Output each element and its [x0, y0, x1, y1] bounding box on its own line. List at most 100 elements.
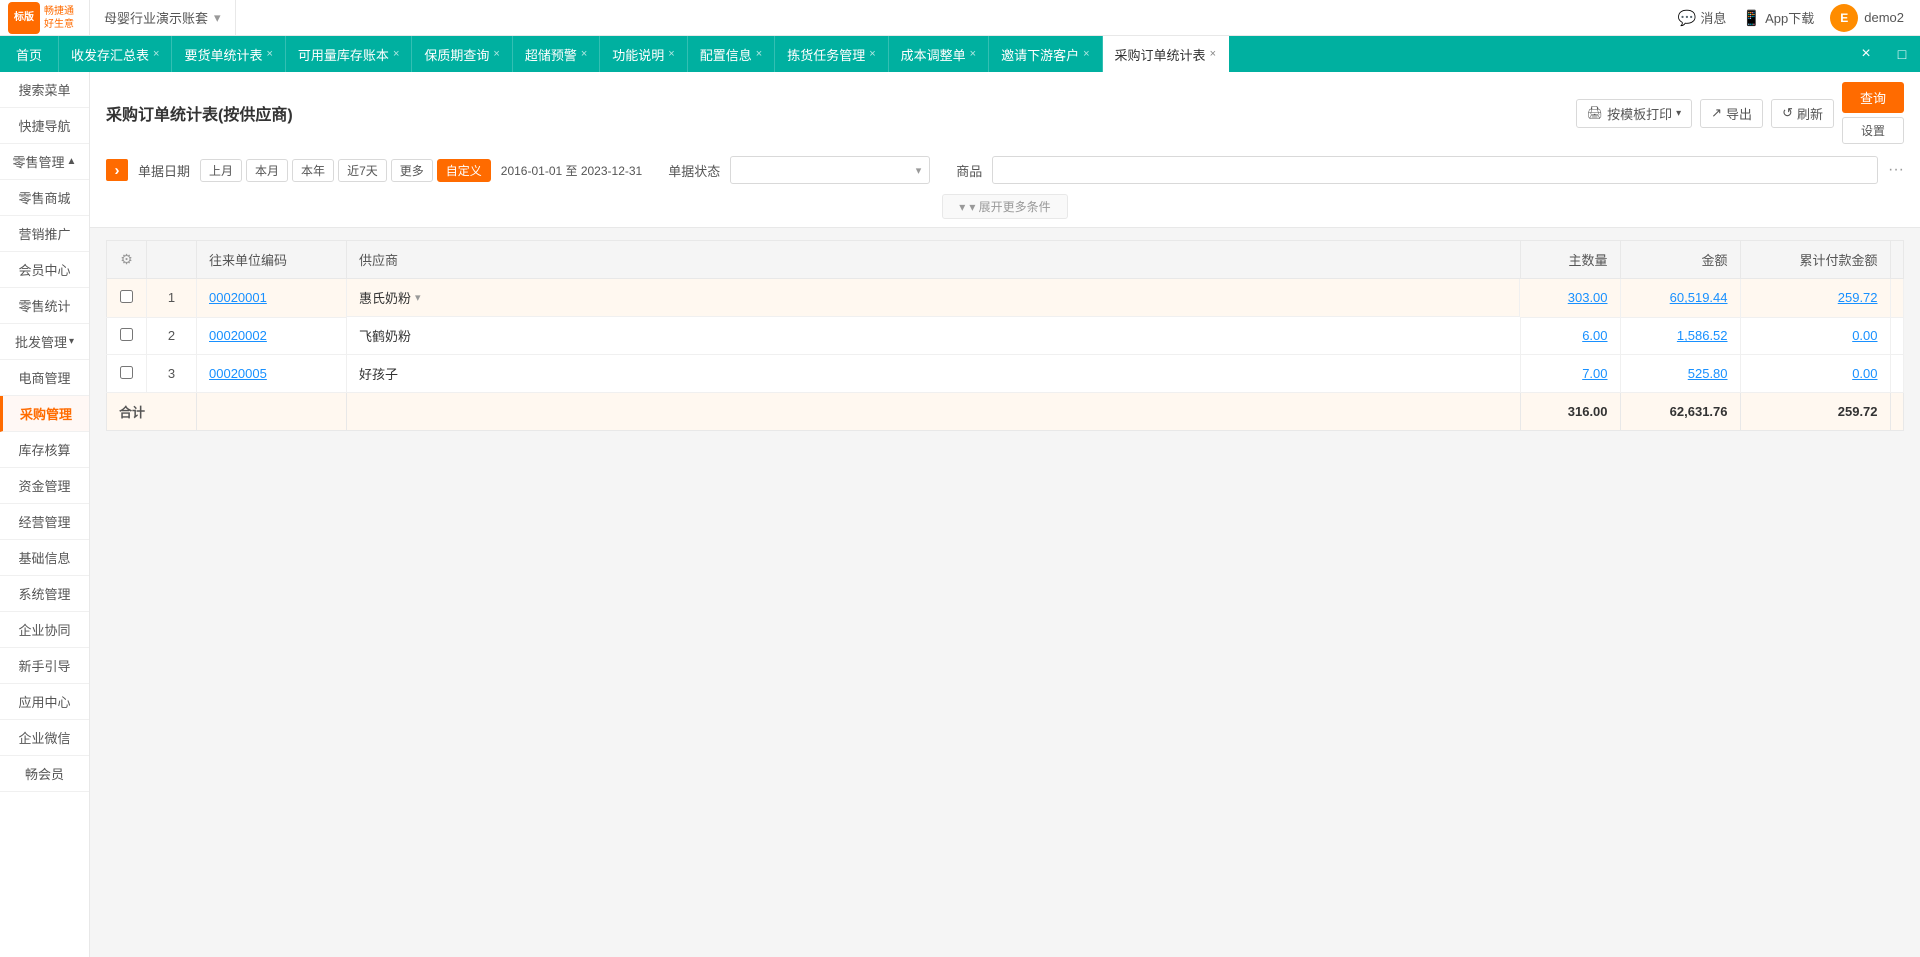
date-btn-7days[interactable]: 近7天 — [338, 159, 387, 182]
settings-btn[interactable]: 设置 — [1842, 117, 1904, 144]
sidebar-item-ecommerce[interactable]: 电商管理 — [0, 360, 89, 396]
tab-keyongliangkucun[interactable]: 可用量库存账本 × — [286, 36, 412, 72]
cell-extra-3 — [1890, 355, 1903, 393]
tab-caigoudan[interactable]: 采购订单统计表 × — [1103, 36, 1229, 72]
cell-checkbox-1[interactable] — [107, 279, 147, 318]
tab-chaochuyujing[interactable]: 超储预警 × — [513, 36, 600, 72]
sidebar-item-quicknav[interactable]: 快捷导航 — [0, 108, 89, 144]
sidebar-item-search[interactable]: 搜索菜单 — [0, 72, 89, 108]
supplier-dropdown-icon-1[interactable]: ▾ — [415, 291, 421, 304]
tab-close-tuohuo[interactable]: × — [869, 48, 875, 60]
tab-gongnengshuo[interactable]: 功能说明 × — [600, 36, 687, 72]
sidebar-item-inventory[interactable]: 库存核算 — [0, 432, 89, 468]
tab-close-caigoudan[interactable]: × — [1210, 48, 1216, 60]
cell-supplier-3: 好孩子 — [347, 355, 1521, 393]
tab-close-yaoqing[interactable]: × — [1083, 48, 1089, 60]
expand-icon: ▾ — [959, 200, 965, 214]
tab-close-shoufahuizong[interactable]: × — [153, 48, 159, 60]
sidebar-item-ops[interactable]: 经营管理 — [0, 504, 89, 540]
tab-yaoqing[interactable]: 邀请下游客户 × — [989, 36, 1102, 72]
footer-label: 合计 — [107, 393, 197, 431]
tab-chengben[interactable]: 成本调整单 × — [889, 36, 989, 72]
cell-checkbox-2[interactable] — [107, 317, 147, 355]
cell-paid-2[interactable]: 0.00 — [1740, 317, 1890, 355]
cell-amount-1[interactable]: 60,519.44 — [1620, 279, 1740, 318]
sidebar-item-retail[interactable]: 零售管理 ▲ — [0, 144, 89, 180]
cell-qty-2[interactable]: 6.00 — [1520, 317, 1620, 355]
footer-paid: 259.72 — [1740, 393, 1890, 431]
tab-baozhi[interactable]: 保质期查询 × — [412, 36, 512, 72]
tab-close-yaohuodanjishu[interactable]: × — [266, 48, 272, 60]
export-btn[interactable]: ↗ 导出 — [1700, 99, 1763, 128]
tab-close-chaochuyujing[interactable]: × — [581, 48, 587, 60]
sidebar-item-system[interactable]: 系统管理 — [0, 576, 89, 612]
cell-unit-code-2[interactable]: 00020002 — [197, 317, 347, 355]
col-header-qty: 主数量 — [1520, 241, 1620, 279]
status-select[interactable]: ▾ — [730, 156, 930, 184]
print-btn[interactable]: 🖨 按模板打印 ▾ — [1576, 99, 1693, 128]
filter-toggle-btn[interactable]: › — [106, 159, 128, 181]
expand-more-btn[interactable]: ▾ ▾ 展开更多条件 — [942, 194, 1067, 219]
sidebar-item-wechat[interactable]: 企业微信 — [0, 720, 89, 756]
user-area[interactable]: E demo2 — [1830, 4, 1904, 32]
cell-checkbox-3[interactable] — [107, 355, 147, 393]
row-checkbox-3[interactable] — [120, 366, 133, 379]
date-btn-more[interactable]: 更多 — [391, 159, 433, 182]
cell-paid-3[interactable]: 0.00 — [1740, 355, 1890, 393]
tab-close-keyongliangkucun[interactable]: × — [393, 48, 399, 60]
cell-supplier-1: 惠氏奶粉 ▾ — [347, 279, 1520, 317]
tab-window-expand-btn[interactable]: □ — [1884, 36, 1920, 72]
tab-close-chengben[interactable]: × — [970, 48, 976, 60]
cell-qty-1[interactable]: 303.00 — [1520, 279, 1620, 318]
sidebar-item-purchase[interactable]: 采购管理 — [0, 396, 89, 432]
sidebar-item-basic[interactable]: 基础信息 — [0, 540, 89, 576]
tab-close-baozhi[interactable]: × — [493, 48, 499, 60]
product-more-icon[interactable]: ··· — [1888, 161, 1904, 179]
print-arrow-icon: ▾ — [1676, 108, 1681, 119]
tab-home[interactable]: 首页 — [0, 36, 59, 72]
app-download-btn[interactable]: 📱 App下载 — [1742, 8, 1814, 27]
sidebar-item-retail-stats[interactable]: 零售统计 — [0, 288, 89, 324]
refresh-btn[interactable]: ↺ 刷新 — [1771, 99, 1834, 128]
col-header-checkbox[interactable]: ⚙ — [107, 241, 147, 279]
tab-tuohuo[interactable]: 拣货任务管理 × — [775, 36, 888, 72]
cell-amount-3[interactable]: 525.80 — [1620, 355, 1740, 393]
sidebar-item-wholesale[interactable]: 批发管理 ▾ — [0, 324, 89, 360]
cell-unit-code-3[interactable]: 00020005 — [197, 355, 347, 393]
query-btn[interactable]: 查询 — [1842, 82, 1904, 113]
footer-amount: 62,631.76 — [1620, 393, 1740, 431]
sidebar-item-vip[interactable]: 畅会员 — [0, 756, 89, 792]
tab-close-peizhi[interactable]: × — [756, 48, 762, 60]
row-checkbox-2[interactable] — [120, 328, 133, 341]
sidebar-item-finance[interactable]: 资金管理 — [0, 468, 89, 504]
cell-no-2: 2 — [147, 317, 197, 355]
sidebar-item-marketing[interactable]: 营销推广 — [0, 216, 89, 252]
sidebar-item-newguide[interactable]: 新手引导 — [0, 648, 89, 684]
tab-shoufahuizong[interactable]: 收发存汇总表 × — [59, 36, 172, 72]
tab-window-close-btn[interactable]: × — [1848, 36, 1884, 72]
product-input[interactable] — [992, 156, 1878, 184]
cell-qty-3[interactable]: 7.00 — [1520, 355, 1620, 393]
sidebar-item-retail-shop[interactable]: 零售商城 — [0, 180, 89, 216]
row-checkbox-1[interactable] — [120, 290, 133, 303]
message-icon: 💬 — [1678, 9, 1697, 27]
page-title: 采购订单统计表(按供应商) — [106, 101, 1576, 125]
table-footer-row: 合计 316.00 62,631.76 259.72 — [107, 393, 1904, 431]
cell-unit-code-1[interactable]: 00020001 — [197, 279, 347, 318]
tab-peizhi[interactable]: 配置信息 × — [688, 36, 775, 72]
col-header-supplier: 供应商 — [347, 241, 1521, 279]
tab-close-gongnengshuo[interactable]: × — [668, 48, 674, 60]
sidebar-item-member[interactable]: 会员中心 — [0, 252, 89, 288]
cell-paid-1[interactable]: 259.72 — [1740, 279, 1890, 318]
workspace-selector[interactable]: 母婴行业演示账套 ▾ — [90, 0, 236, 35]
cell-no-3: 3 — [147, 355, 197, 393]
cell-amount-2[interactable]: 1,586.52 — [1620, 317, 1740, 355]
tab-yaohuodanjishu[interactable]: 要货单统计表 × — [172, 36, 285, 72]
date-btn-this-year[interactable]: 本年 — [292, 159, 334, 182]
date-btn-last-month[interactable]: 上月 — [200, 159, 242, 182]
date-btn-custom[interactable]: 自定义 — [437, 159, 491, 182]
sidebar-item-enterprise[interactable]: 企业协同 — [0, 612, 89, 648]
date-btn-this-month[interactable]: 本月 — [246, 159, 288, 182]
sidebar-item-appcenter[interactable]: 应用中心 — [0, 684, 89, 720]
message-btn[interactable]: 💬 消息 — [1678, 8, 1727, 27]
